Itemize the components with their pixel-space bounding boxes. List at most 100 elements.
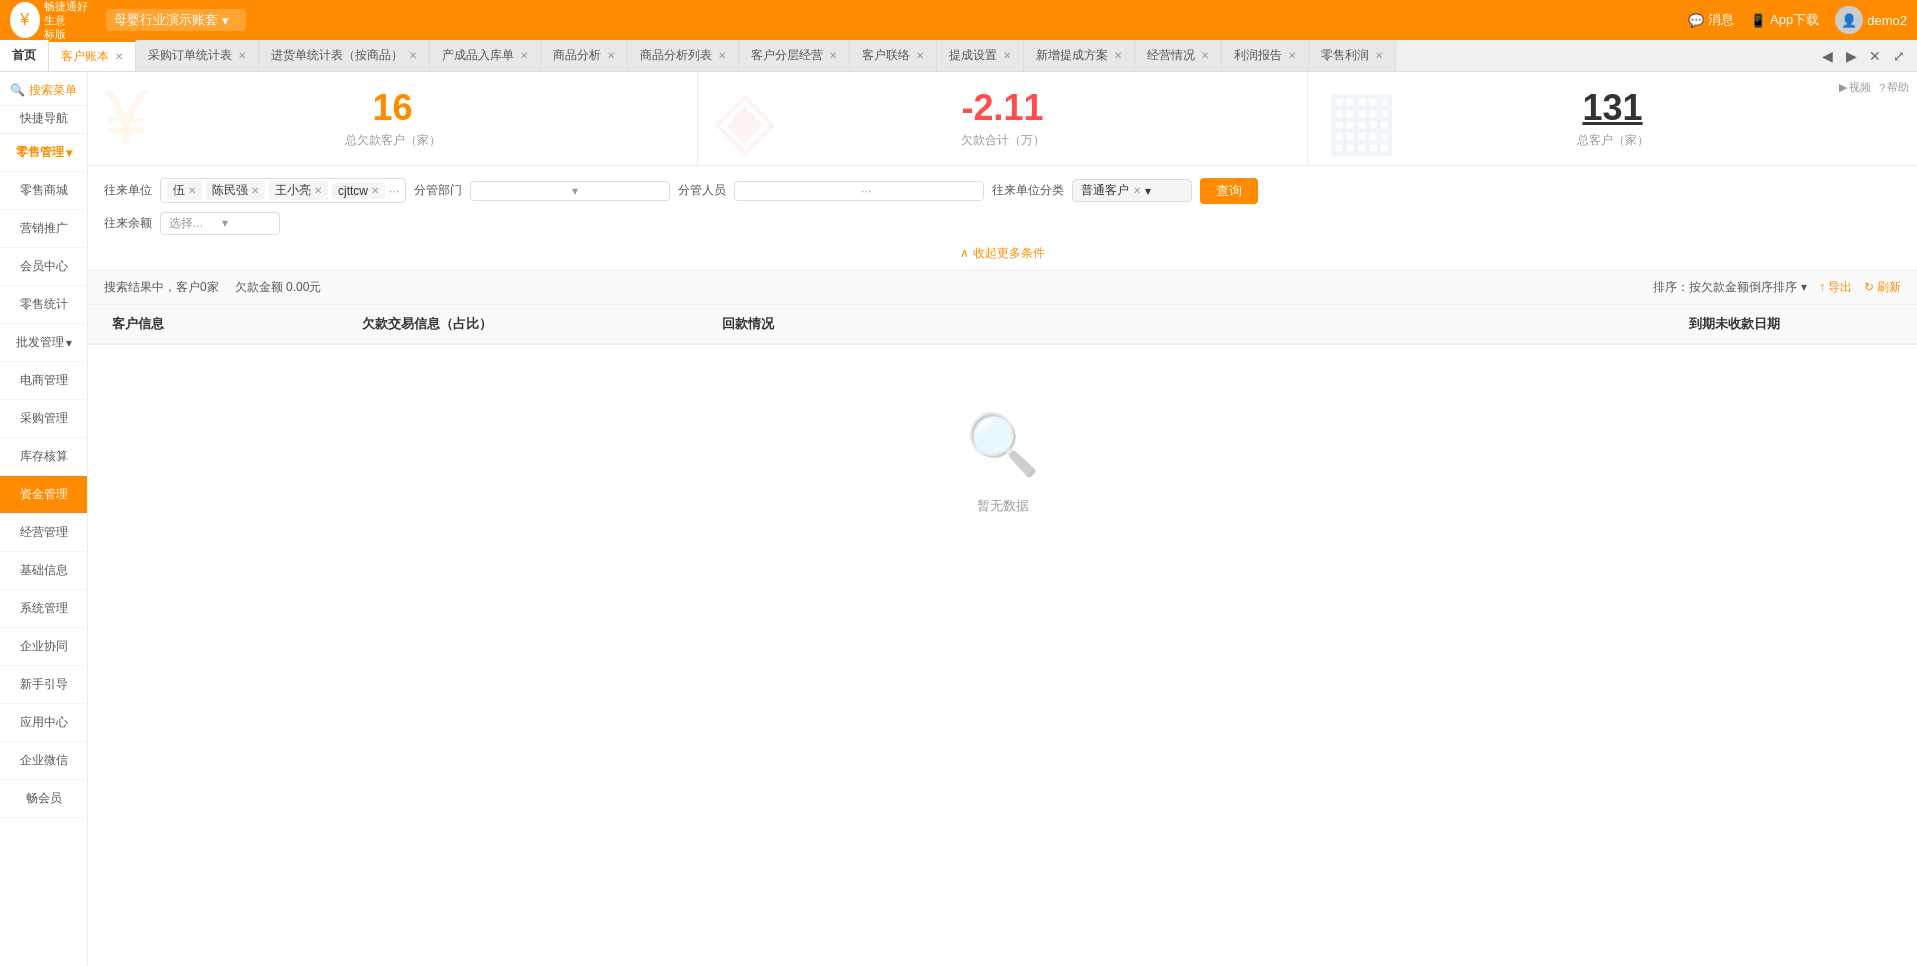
- sidebar-item-purchase-mgmt[interactable]: 采购管理: [0, 400, 87, 438]
- sidebar-item-ecommerce[interactable]: 电商管理: [0, 362, 87, 400]
- tab-close-retail-profit[interactable]: ✕: [1375, 50, 1383, 61]
- sidebar-item-finance[interactable]: 资金管理: [0, 476, 87, 514]
- sidebar-item-app-center[interactable]: 应用中心: [0, 704, 87, 742]
- tab-purchase-orders[interactable]: 采购订单统计表 ✕: [136, 40, 259, 72]
- sidebar-item-member[interactable]: 畅会员: [0, 780, 87, 818]
- sidebar-item-enterprise-wechat[interactable]: 企业微信: [0, 742, 87, 780]
- sidebar-item-marketing[interactable]: 营销推广: [0, 210, 87, 248]
- stat-value-debt-amount: -2.11: [961, 88, 1043, 128]
- sidebar: 🔍 搜索菜单 快捷导航 零售管理 ▾ 零售商城 营销推广 会员中心 零售统计: [0, 72, 88, 966]
- tab-accounts[interactable]: 客户账本 ✕: [49, 40, 136, 72]
- refresh-button[interactable]: ↻ 刷新: [1864, 279, 1901, 296]
- tab-close-product-in[interactable]: ✕: [520, 50, 528, 61]
- tab-goods-analysis[interactable]: 商品分析 ✕: [541, 40, 628, 72]
- sidebar-item-system-mgmt[interactable]: 系统管理: [0, 590, 87, 628]
- filter-person-select[interactable]: ···: [734, 181, 984, 201]
- content-area: ¥ 16 总欠款客户（家） ◈ -2.11 欠款合计（万） ▦ 131 总客户（…: [88, 72, 1917, 966]
- tab-close-accounts[interactable]: ✕: [115, 51, 123, 62]
- stats-row: ¥ 16 总欠款客户（家） ◈ -2.11 欠款合计（万） ▦ 131 总客户（…: [88, 72, 1917, 166]
- sidebar-item-member-center[interactable]: 会员中心: [0, 248, 87, 286]
- filter-tag-unit-3[interactable]: 王小亮 ✕: [269, 181, 328, 200]
- chevron-icon-wholesale: ▾: [66, 336, 72, 350]
- app-download-button[interactable]: 📱 App下载: [1750, 11, 1819, 29]
- tab-operations[interactable]: 经营情况 ✕: [1135, 40, 1222, 72]
- export-button[interactable]: ↑ 导出: [1819, 279, 1852, 296]
- filter-tag-close-4[interactable]: ✕: [371, 185, 379, 196]
- sidebar-item-enterprise-collab[interactable]: 企业协同: [0, 628, 87, 666]
- stat-label-debt-customers: 总欠款客户（家）: [345, 132, 441, 149]
- user-menu[interactable]: 👤 demo2: [1835, 6, 1907, 34]
- sidebar-item-retail-shop[interactable]: 零售商城: [0, 172, 87, 210]
- th-debt-info: 欠款交易信息（占比）: [354, 305, 714, 343]
- tab-close-goods-analysis[interactable]: ✕: [607, 50, 615, 61]
- customer-count-label: 搜索结果中，客户0家: [104, 279, 219, 296]
- table-header: 客户信息 欠款交易信息（占比） 回款情况 到期未收款日期: [88, 305, 1917, 345]
- tab-home[interactable]: 首页: [0, 40, 49, 72]
- query-button[interactable]: 查询: [1200, 178, 1258, 204]
- sidebar-search[interactable]: 🔍 搜索菜单: [0, 72, 87, 106]
- sort-select[interactable]: 排序：按欠款金额倒序排序 ▾: [1653, 279, 1807, 296]
- tab-inventory-stats[interactable]: 进货单统计表（按商品） ✕: [259, 40, 430, 72]
- workspace-selector[interactable]: 母婴行业演示账套 ▾: [106, 9, 246, 31]
- stat-label-total-customers: 总客户（家）: [1577, 132, 1649, 149]
- filter-tag-close-1[interactable]: ✕: [188, 185, 196, 196]
- sidebar-item-ops-mgmt[interactable]: 经营管理: [0, 514, 87, 552]
- avatar: 👤: [1835, 6, 1863, 34]
- tab-expand-button[interactable]: ⤢: [1889, 46, 1909, 66]
- tab-raise-settings[interactable]: 提成设置 ✕: [937, 40, 1024, 72]
- sidebar-item-inventory[interactable]: 库存核算: [0, 438, 87, 476]
- sidebar-quick-nav[interactable]: 快捷导航: [0, 106, 87, 134]
- tab-close-customer-contact[interactable]: ✕: [916, 50, 924, 61]
- tab-close-purchase-orders[interactable]: ✕: [238, 50, 246, 61]
- stat-bg-icon-yuan: ¥: [104, 72, 149, 164]
- filter-tag-unit-1[interactable]: 伍 ✕: [167, 181, 202, 200]
- tab-close-all-button[interactable]: ✕: [1865, 46, 1885, 66]
- message-button[interactable]: 💬 消息: [1688, 11, 1734, 29]
- sidebar-item-new-guide[interactable]: 新手引导: [0, 666, 87, 704]
- tab-close-new-raise[interactable]: ✕: [1114, 50, 1122, 61]
- tab-close-goods-analysis-list[interactable]: ✕: [718, 50, 726, 61]
- tab-profit-report[interactable]: 利润报告 ✕: [1222, 40, 1309, 72]
- sidebar-item-wholesale-mgmt[interactable]: 批发管理 ▾: [0, 324, 87, 362]
- tab-close-operations[interactable]: ✕: [1201, 50, 1209, 61]
- tab-close-profit-report[interactable]: ✕: [1288, 50, 1296, 61]
- filter-remain-select[interactable]: 选择... ▾: [160, 212, 280, 235]
- filter-tag-close-2[interactable]: ✕: [251, 185, 259, 196]
- filter-tag-unit-4[interactable]: cjttcw ✕: [332, 183, 385, 199]
- tab-close-customer-segment[interactable]: ✕: [829, 50, 837, 61]
- filter-tag-unit-2[interactable]: 陈民强 ✕: [206, 181, 265, 200]
- top-bar: ¥ 畅捷通好生意 标版 母婴行业演示账套 ▾ 💬 消息 📱 App下载 👤 de…: [0, 0, 1917, 40]
- filter-unit-tag-group[interactable]: 伍 ✕ 陈民强 ✕ 王小亮 ✕ cjttcw ✕: [160, 178, 406, 203]
- help-button[interactable]: ? 帮助: [1879, 80, 1909, 95]
- tab-new-raise[interactable]: 新增提成方案 ✕: [1024, 40, 1135, 72]
- tab-customer-segment[interactable]: 客户分层经营 ✕: [739, 40, 850, 72]
- filter-category-selected[interactable]: 普通客户 ✕ ▾: [1072, 179, 1192, 202]
- tab-close-inventory-stats[interactable]: ✕: [409, 50, 417, 61]
- collapse-button[interactable]: ∧ 收起更多条件: [952, 243, 1053, 264]
- filter-category-close[interactable]: ✕: [1133, 185, 1141, 196]
- sidebar-item-basic-info[interactable]: 基础信息: [0, 552, 87, 590]
- tab-next-button[interactable]: ▶: [1841, 46, 1861, 66]
- tab-customer-contact[interactable]: 客户联络 ✕: [850, 40, 937, 72]
- filter-row-1: 往来单位 伍 ✕ 陈民强 ✕ 王小亮 ✕: [104, 178, 1901, 204]
- logo-icon: ¥: [10, 2, 40, 38]
- stat-debt-amount: ◈ -2.11 欠款合计（万）: [698, 72, 1308, 165]
- filter-unit-label: 往来单位: [104, 182, 152, 199]
- sidebar-item-retail-mgmt[interactable]: 零售管理 ▾: [0, 134, 87, 172]
- filter-more-button[interactable]: ···: [389, 184, 399, 198]
- tab-prev-button[interactable]: ◀: [1817, 46, 1837, 66]
- filter-dept-select[interactable]: ▾: [470, 181, 670, 201]
- filter-remain-label: 往来余额: [104, 215, 152, 232]
- person-select-dots[interactable]: ···: [861, 184, 975, 198]
- th-customer-info: 客户信息: [104, 305, 354, 343]
- collapse-icon: ∧: [960, 246, 969, 260]
- tab-close-raise-settings[interactable]: ✕: [1003, 50, 1011, 61]
- stat-help-actions: ▶ 视频 ? 帮助: [1839, 80, 1909, 95]
- video-help-button[interactable]: ▶ 视频: [1839, 80, 1871, 95]
- tab-product-in[interactable]: 产成品入库单 ✕: [430, 40, 541, 72]
- tab-retail-profit[interactable]: 零售利润 ✕: [1309, 40, 1396, 72]
- filter-tag-close-3[interactable]: ✕: [314, 185, 322, 196]
- sidebar-item-retail-stats[interactable]: 零售统计: [0, 286, 87, 324]
- export-icon: ↑: [1819, 280, 1825, 294]
- tab-goods-analysis-list[interactable]: 商品分析列表 ✕: [628, 40, 739, 72]
